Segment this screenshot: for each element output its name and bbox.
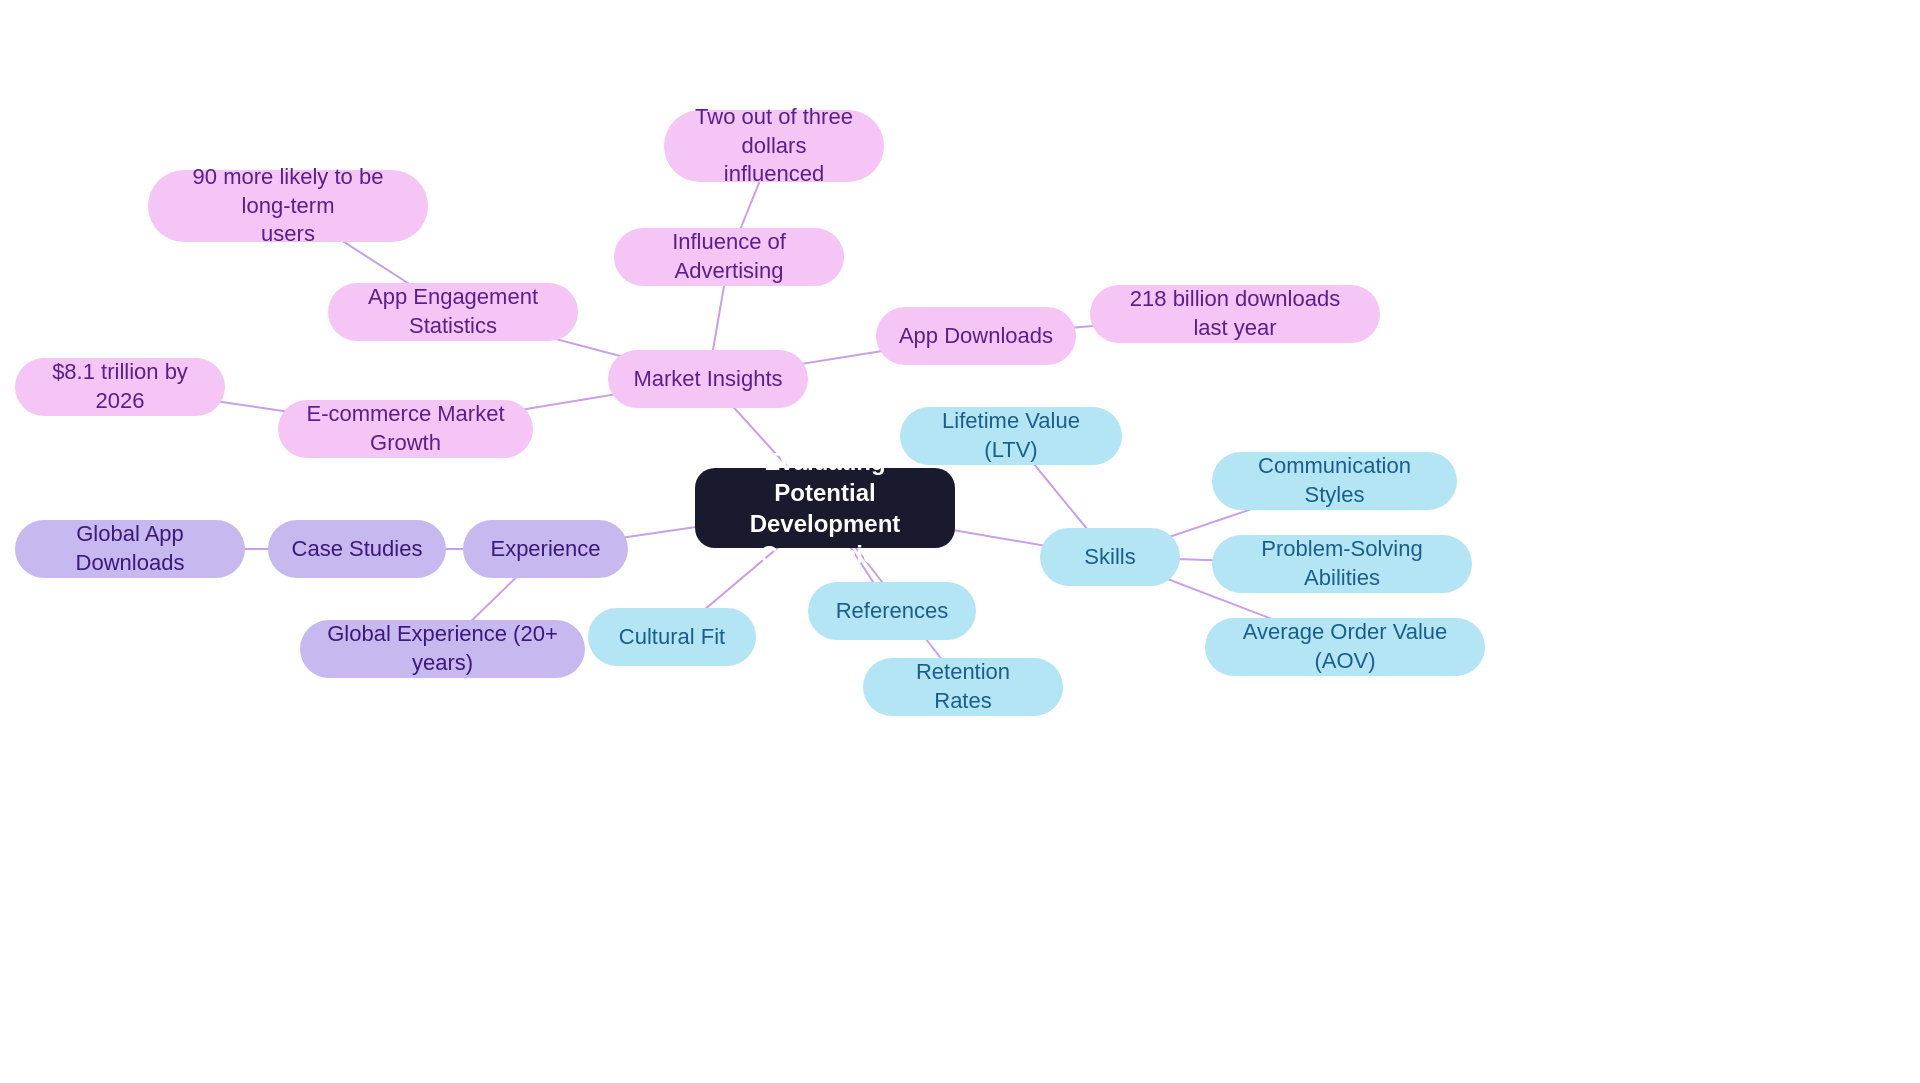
lifetime-value-label: Lifetime Value (LTV) — [922, 407, 1100, 464]
app-engagement-node[interactable]: App Engagement Statistics — [328, 283, 578, 341]
center-node[interactable]: Evaluating Potential Development Compani… — [695, 468, 955, 548]
references-label: References — [836, 597, 949, 626]
two-out-three-label: Two out of three dollars influenced — [686, 103, 862, 189]
billion-downloads-node[interactable]: 218 billion downloads last year — [1090, 285, 1380, 343]
case-studies-label: Case Studies — [292, 535, 423, 564]
skills-label: Skills — [1084, 543, 1135, 572]
experience-label: Experience — [490, 535, 600, 564]
cultural-fit-node[interactable]: Cultural Fit — [588, 608, 756, 666]
communication-styles-label: Communication Styles — [1234, 452, 1435, 509]
two-out-three-node[interactable]: Two out of three dollars influenced — [664, 110, 884, 182]
influence-advertising-node[interactable]: Influence of Advertising — [614, 228, 844, 286]
ecommerce-label: E-commerce Market Growth — [300, 400, 511, 457]
global-app-downloads-node[interactable]: Global App Downloads — [15, 520, 245, 578]
center-label: Evaluating Potential Development Compani… — [717, 446, 933, 571]
retention-rates-label: Retention Rates — [885, 658, 1041, 715]
trillion-label: $8.1 trillion by 2026 — [37, 358, 203, 415]
influence-advertising-label: Influence of Advertising — [636, 228, 822, 285]
market-insights-label: Market Insights — [633, 365, 782, 394]
long-term-users-node[interactable]: 90 more likely to be long-term users — [148, 170, 428, 242]
billion-downloads-label: 218 billion downloads last year — [1112, 285, 1358, 342]
problem-solving-label: Problem-Solving Abilities — [1234, 535, 1450, 592]
skills-node[interactable]: Skills — [1040, 528, 1180, 586]
ecommerce-node[interactable]: E-commerce Market Growth — [278, 400, 533, 458]
market-insights-node[interactable]: Market Insights — [608, 350, 808, 408]
communication-styles-node[interactable]: Communication Styles — [1212, 452, 1457, 510]
trillion-node[interactable]: $8.1 trillion by 2026 — [15, 358, 225, 416]
cultural-fit-label: Cultural Fit — [619, 623, 725, 652]
app-engagement-label: App Engagement Statistics — [350, 283, 556, 340]
global-app-downloads-label: Global App Downloads — [37, 520, 223, 577]
references-node[interactable]: References — [808, 582, 976, 640]
case-studies-node[interactable]: Case Studies — [268, 520, 446, 578]
global-experience-label: Global Experience (20+ years) — [322, 620, 563, 677]
retention-rates-node[interactable]: Retention Rates — [863, 658, 1063, 716]
aov-node[interactable]: Average Order Value (AOV) — [1205, 618, 1485, 676]
global-experience-node[interactable]: Global Experience (20+ years) — [300, 620, 585, 678]
long-term-users-label: 90 more likely to be long-term users — [170, 163, 406, 249]
app-downloads-node[interactable]: App Downloads — [876, 307, 1076, 365]
problem-solving-node[interactable]: Problem-Solving Abilities — [1212, 535, 1472, 593]
lifetime-value-node[interactable]: Lifetime Value (LTV) — [900, 407, 1122, 465]
aov-label: Average Order Value (AOV) — [1227, 618, 1463, 675]
app-downloads-label: App Downloads — [899, 322, 1053, 351]
experience-node[interactable]: Experience — [463, 520, 628, 578]
